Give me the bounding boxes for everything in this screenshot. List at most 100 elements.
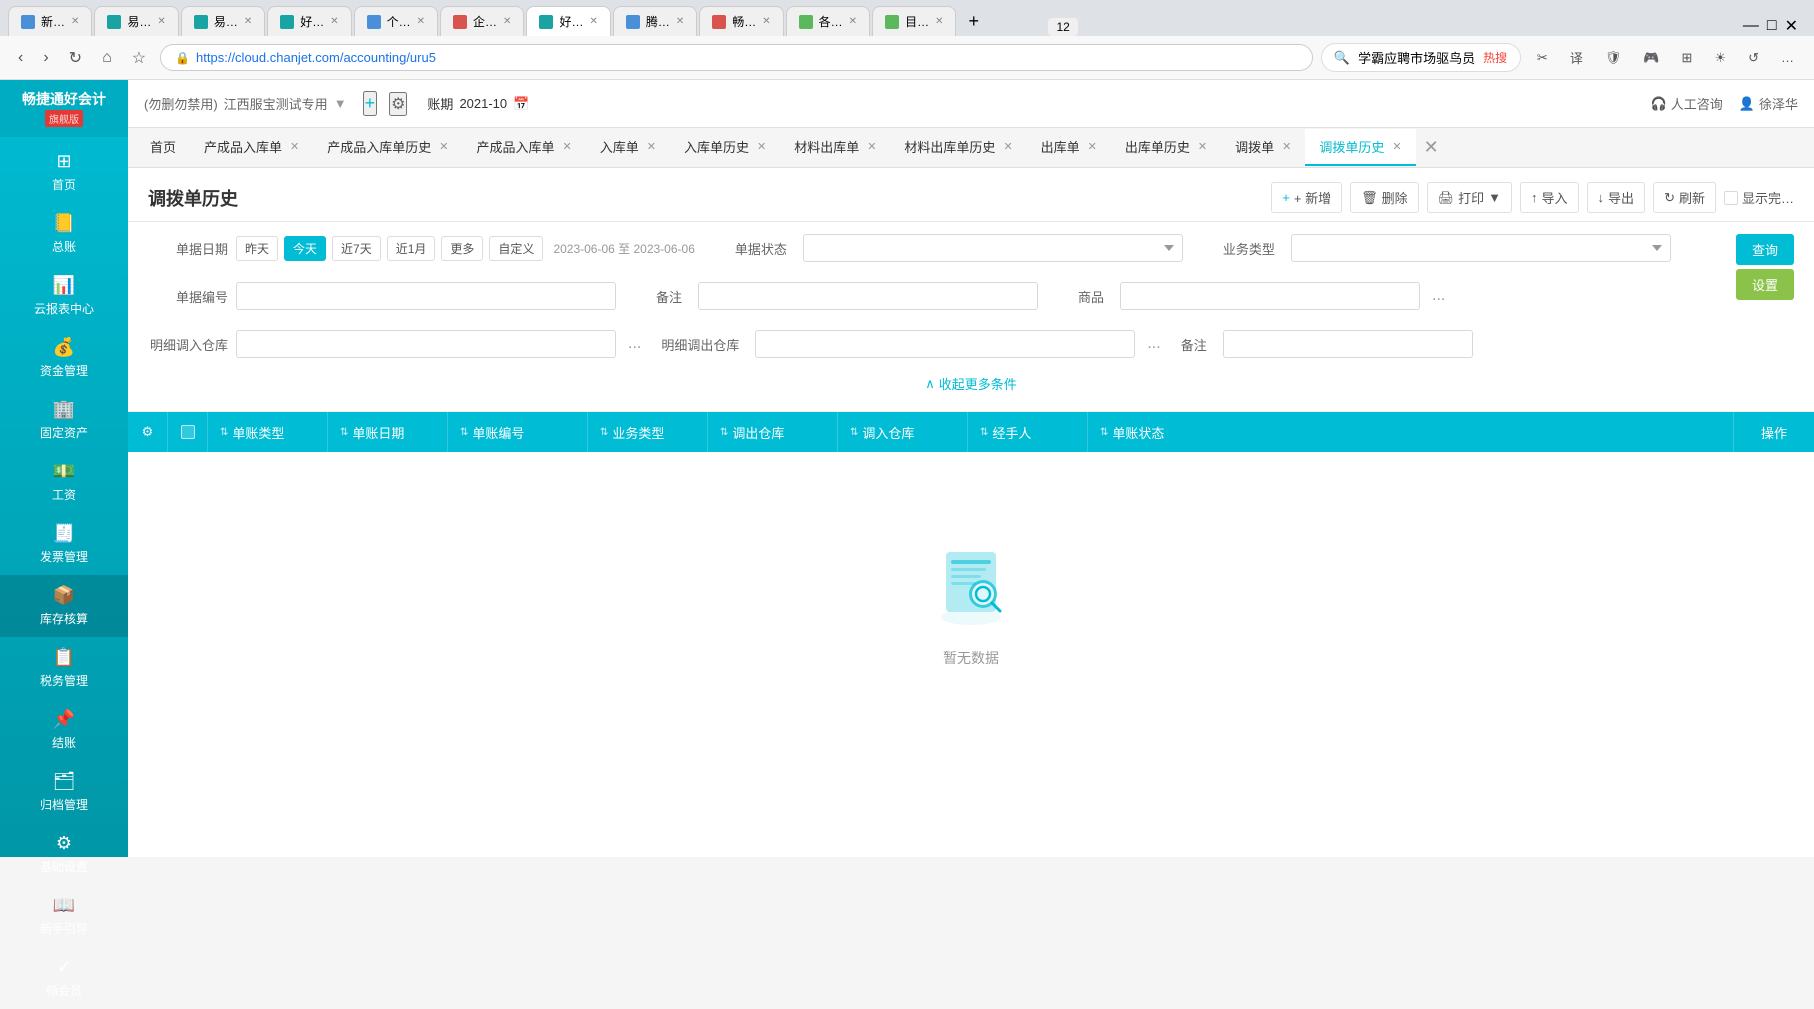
app-tab-product-in-hist[interactable]: 产成品入库单历史 ✕ [313, 129, 462, 166]
th-checkbox[interactable] [168, 412, 208, 452]
app-tab-outbound[interactable]: 出库单 ✕ [1027, 129, 1111, 166]
grid-icon[interactable]: ⊞ [1674, 46, 1701, 70]
refresh-button[interactable]: ↻ 刷新 [1653, 182, 1716, 213]
sidebar-item-inventory[interactable]: 📦 库存核算 [0, 575, 128, 637]
detail-remark-input[interactable] [1223, 330, 1473, 358]
browser-tab-5[interactable]: 个… ✕ [354, 6, 438, 36]
app-tab-inbound-hist-close[interactable]: ✕ [757, 140, 766, 153]
org-settings-button[interactable]: ⚙ [389, 92, 407, 116]
sidebar-item-archive[interactable]: 🗂 归档管理 [0, 761, 128, 823]
sidebar-item-payroll[interactable]: 💵 工资 [0, 451, 128, 513]
app-tab-home[interactable]: 首页 [136, 129, 190, 166]
date-more-button[interactable]: 更多 [441, 236, 483, 261]
sidebar-item-guide[interactable]: 📖 新手引导 [0, 885, 128, 947]
detail-in-input[interactable] [236, 330, 616, 358]
tab-close-3[interactable]: ✕ [244, 16, 252, 27]
app-tab-inbound-hist[interactable]: 入库单历史 ✕ [670, 129, 780, 166]
tab-close-4[interactable]: ✕ [330, 16, 338, 27]
home-button[interactable]: ⌂ [96, 45, 118, 71]
tab-close-11[interactable]: ✕ [935, 16, 943, 27]
tab-close-2[interactable]: ✕ [157, 16, 165, 27]
browser-tab-10[interactable]: 各… ✕ [786, 6, 870, 36]
theme-icon[interactable]: ☀ [1706, 46, 1734, 70]
sidebar-item-closing[interactable]: 📌 结账 [0, 699, 128, 761]
app-tab-transfer[interactable]: 调拨单 ✕ [1221, 129, 1305, 166]
delete-button[interactable]: 🗑 删除 [1350, 182, 1419, 213]
shield-icon[interactable]: 🛡 [1597, 46, 1630, 70]
service-button[interactable]: 🎧 人工咨询 [1651, 94, 1723, 113]
history-icon[interactable]: ↺ [1740, 46, 1767, 70]
maximize-button[interactable]: □ [1767, 17, 1777, 35]
new-tab-button[interactable]: + [958, 6, 1038, 36]
detail-in-selector[interactable]: ... [236, 330, 641, 358]
app-tab-transfer-close[interactable]: ✕ [1282, 140, 1291, 153]
collapse-filter-button[interactable]: ∧ 收起更多条件 [148, 368, 1794, 399]
th-in-wh[interactable]: ⇅ 调入仓库 [838, 412, 968, 452]
status-select[interactable] [803, 234, 1183, 262]
export-button[interactable]: ↓ 导出 [1587, 182, 1646, 213]
search-bar[interactable]: 🔍 学霸应聘市场驱鸟员 热搜 [1321, 43, 1521, 72]
tab-close-8[interactable]: ✕ [676, 16, 684, 27]
tab-close-1[interactable]: ✕ [71, 16, 79, 27]
browser-tab-4[interactable]: 好… ✕ [267, 6, 351, 36]
browser-tab-9[interactable]: 畅… ✕ [699, 6, 783, 36]
print-button[interactable]: 🖨 打印 ▼ [1427, 182, 1512, 213]
forward-button[interactable]: › [37, 45, 54, 71]
close-all-tabs-button[interactable]: ✕ [1416, 133, 1447, 162]
app-tab-material-out[interactable]: 材料出库单 ✕ [780, 129, 890, 166]
app-tab-inbound[interactable]: 入库单 ✕ [586, 129, 670, 166]
sidebar-item-reports[interactable]: 📊 云报表中心 [0, 265, 128, 327]
browser-tab-1[interactable]: 新… ✕ [8, 6, 92, 36]
browser-tab-8[interactable]: 腾… ✕ [613, 6, 697, 36]
goods-input[interactable] [1120, 282, 1420, 310]
sidebar-item-assets[interactable]: 🏢 固定资产 [0, 389, 128, 451]
app-tab-outbound-hist[interactable]: 出库单历史 ✕ [1111, 129, 1221, 166]
query-button[interactable]: 查询 [1736, 234, 1794, 265]
tab-close-6[interactable]: ✕ [503, 16, 511, 27]
translate-icon[interactable]: 译 [1562, 44, 1591, 71]
display-complete-checkbox[interactable]: 显示完… [1724, 188, 1794, 207]
app-tab-outbound-close[interactable]: ✕ [1088, 140, 1097, 153]
doc-number-input[interactable] [236, 282, 616, 310]
detail-out-selector[interactable]: ... [755, 330, 1160, 358]
goods-selector[interactable]: ... [1120, 282, 1445, 310]
browser-tab-6[interactable]: 企… ✕ [440, 6, 524, 36]
th-biz-type[interactable]: ⇅ 业务类型 [588, 412, 708, 452]
app-tab-transfer-hist[interactable]: 调拨单历史 ✕ [1305, 129, 1415, 166]
date-1month-button[interactable]: 近1月 [387, 236, 436, 261]
tab-close-9[interactable]: ✕ [762, 16, 770, 27]
game-icon[interactable]: 🎮 [1635, 46, 1667, 70]
more-icon[interactable]: … [1773, 46, 1802, 69]
url-bar[interactable]: 🔒 https://cloud.chanjet.com/accounting/u… [160, 44, 1313, 71]
import-button[interactable]: ↑ 导入 [1520, 182, 1579, 213]
detail-in-dots-icon[interactable]: ... [628, 335, 641, 353]
reload-button[interactable]: ↻ [63, 44, 88, 72]
th-type[interactable]: ⇅ 单账类型 [208, 412, 328, 452]
app-tab-product-in-close[interactable]: ✕ [290, 140, 299, 153]
th-out-wh[interactable]: ⇅ 调出仓库 [708, 412, 838, 452]
app-tab-product-in-hist-close[interactable]: ✕ [439, 140, 448, 153]
browser-tab-3[interactable]: 易… ✕ [181, 6, 265, 36]
bookmark-button[interactable]: ☆ [126, 44, 152, 72]
app-tab-product-in2[interactable]: 产成品入库单 ✕ [462, 129, 585, 166]
th-number[interactable]: ⇅ 单账编号 [448, 412, 588, 452]
app-tab-transfer-hist-close[interactable]: ✕ [1392, 140, 1401, 153]
date-custom-button[interactable]: 自定义 [489, 236, 543, 261]
close-button[interactable]: ✕ [1785, 16, 1798, 36]
sidebar-item-settings[interactable]: ⚙ 基础设置 [0, 823, 128, 885]
tab-close-5[interactable]: ✕ [417, 16, 425, 27]
app-tab-material-out-hist[interactable]: 材料出库单历史 ✕ [890, 129, 1026, 166]
tab-close-7[interactable]: ✕ [589, 16, 597, 27]
sidebar-item-home[interactable]: ⊞ 首页 [0, 141, 128, 203]
sidebar-item-invoice[interactable]: 🧾 发票管理 [0, 513, 128, 575]
browser-tab-2[interactable]: 易… ✕ [94, 6, 178, 36]
date-yesterday-button[interactable]: 昨天 [236, 236, 278, 261]
app-tab-material-out-hist-close[interactable]: ✕ [1003, 140, 1012, 153]
sidebar-item-vip[interactable]: ✓ 畅会员 [0, 947, 128, 1009]
org-selector[interactable]: (勿删勿禁用) 江西服宝测试专用 ▼ [144, 94, 347, 113]
tab-close-10[interactable]: ✕ [849, 16, 857, 27]
app-tab-product-in2-close[interactable]: ✕ [563, 140, 572, 153]
back-button[interactable]: ‹ [12, 45, 29, 71]
date-7days-button[interactable]: 近7天 [332, 236, 381, 261]
date-today-button[interactable]: 今天 [284, 236, 326, 261]
